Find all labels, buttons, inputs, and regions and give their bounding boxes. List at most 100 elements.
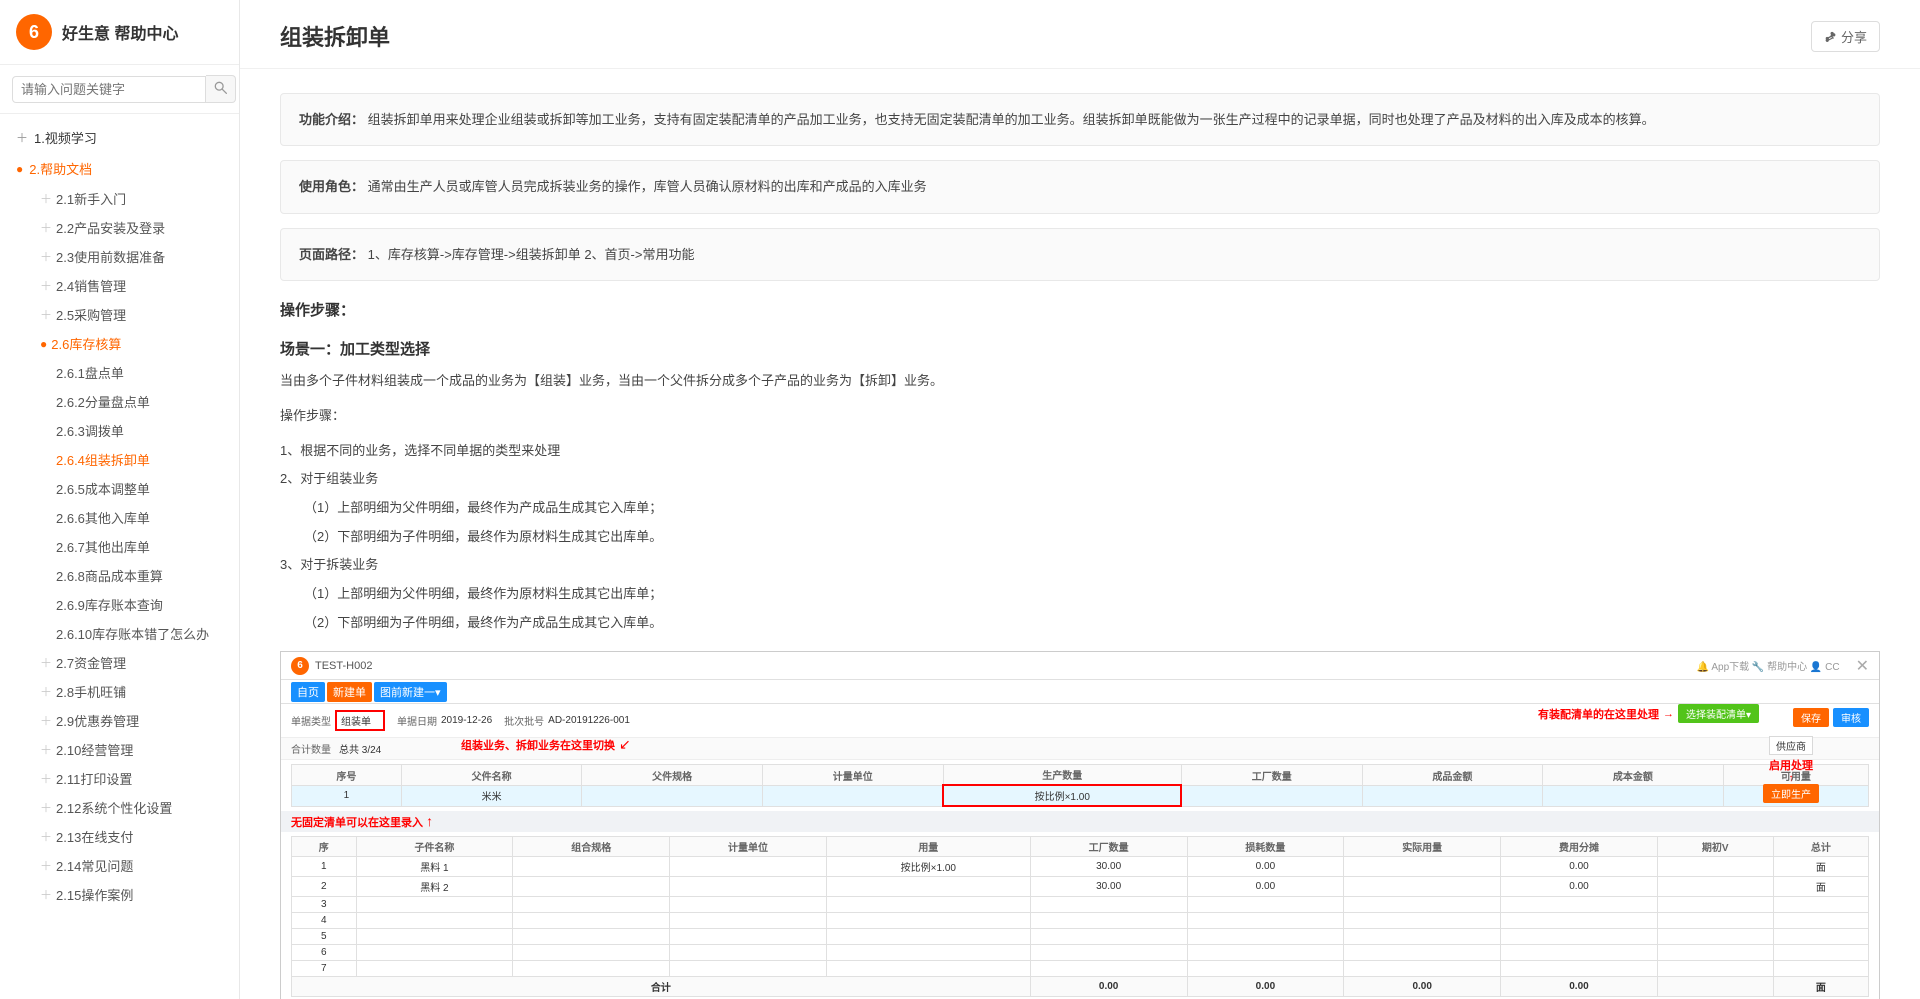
topbar-icons: 🔔 App下载 🔧 帮助中心 👤 CC: [1697, 658, 1840, 673]
sidebar-header: 6 好生意 帮助中心: [0, 0, 239, 65]
sidebar-leaf-stockcheck[interactable]: 2.6.1盘点单: [48, 358, 239, 387]
menu-item-extra[interactable]: 图前新建一▾: [374, 682, 447, 702]
sidebar-leaf-assembly[interactable]: 2.6.4组装拆卸单: [48, 445, 239, 474]
scene1-title: 场景一：加工类型选择: [280, 338, 1880, 359]
expand-icon-manage: ＋: [40, 741, 52, 758]
sidebar-item-inventory[interactable]: ● 2.6库存核算: [32, 329, 239, 358]
save-btn[interactable]: 保存: [1793, 708, 1829, 727]
sidebar-leaf-cost-adjust[interactable]: 2.6.5成本调整单: [48, 474, 239, 503]
annotation-switch-text: 组装业务、拆卸业务在这里切换: [461, 737, 615, 753]
sidebar-item-install[interactable]: ＋ 2.2产品安装及登录: [32, 213, 239, 242]
topbar-id: TEST-H002: [315, 660, 372, 672]
sidebar-leaf-inventory-book[interactable]: 2.6.9库存账本查询: [48, 590, 239, 619]
sidebar-item-manage[interactable]: ＋ 2.10经营管理: [32, 735, 239, 764]
path-label: 页面路径：: [299, 247, 364, 262]
step3-2: （2）下部明细为子件明细，最终作为产成品生成其它入库单。: [280, 611, 1880, 636]
execute-btn[interactable]: 立即生产: [1763, 784, 1819, 803]
sidebar-item-faq[interactable]: ＋ 2.14常见问题: [32, 851, 239, 880]
search-box[interactable]: [0, 65, 239, 114]
expand-icon-print: ＋: [40, 770, 52, 787]
sidebar-item-mobile[interactable]: ＋ 2.8手机旺铺: [32, 677, 239, 706]
field-doctype-value[interactable]: 组装单: [335, 710, 385, 731]
path-text: 1、库存核算->库存管理->组装拆卸单 2、首页->常用功能: [368, 247, 695, 262]
search-button[interactable]: [206, 75, 236, 103]
expand-icon-install: ＋: [40, 219, 52, 236]
feature-intro-block: 功能介绍： 组装拆卸单用来处理企业组装或拆卸等加工业务，支持有固定装配清单的产品…: [280, 93, 1880, 146]
cell-costamt: [1543, 785, 1724, 806]
sidebar-item-purchase[interactable]: ＋ 2.5采购管理: [32, 300, 239, 329]
sidebar-label-beginner: 2.1新手入门: [56, 189, 126, 208]
sidebar-item-payment[interactable]: ＋ 2.13在线支付: [32, 822, 239, 851]
lcell-name2: 黑料 2: [356, 877, 513, 897]
arrow-up-icon: ↑: [1789, 773, 1794, 784]
sidebar-item-help-docs[interactable]: ● 2.帮助文档: [0, 153, 239, 184]
lower-row-3: 3: [292, 897, 1869, 913]
lower-row-2: 2 黑料 2 30.00 0.00 0.00: [292, 877, 1869, 897]
field-doctype-label: 单据类型: [291, 713, 331, 728]
menu-item-mypage[interactable]: 自页: [291, 682, 325, 702]
sidebar-leaf-other-in[interactable]: 2.6.6其他入库单: [48, 503, 239, 532]
cell-prodqty: 按比例×1.00: [943, 785, 1181, 806]
expand-icon-mobile: ＋: [40, 683, 52, 700]
lower-row-6: 6: [292, 945, 1869, 961]
count-label: 合计数量: [291, 741, 331, 756]
sidebar-leaf-partial-stockcheck[interactable]: 2.6.2分量盘点单: [48, 387, 239, 416]
sidebar-item-finance[interactable]: ＋ 2.7资金管理: [32, 648, 239, 677]
lcell-factory1: 30.00: [1030, 857, 1187, 877]
page-title: 组装拆卸单: [280, 20, 390, 52]
sidebar-leaf-transfer[interactable]: 2.6.3调拨单: [48, 416, 239, 445]
app-menu-bar: 自页 新建单 图前新建一▾: [281, 680, 1879, 704]
menu-item-newdoc[interactable]: 新建单: [327, 682, 372, 702]
expand-icon-prepare: ＋: [40, 248, 52, 265]
cell-spec: [582, 785, 763, 806]
sidebar-item-print[interactable]: ＋ 2.11打印设置: [32, 764, 239, 793]
th-product-amount: 成品金额: [1362, 765, 1543, 786]
audit-btn[interactable]: 审核: [1833, 708, 1869, 727]
lcell-seq1: 1: [292, 857, 357, 877]
search-input[interactable]: [12, 76, 206, 103]
lcell-actual1: [1344, 857, 1501, 877]
sidebar-item-sales[interactable]: ＋ 2.4销售管理: [32, 271, 239, 300]
sidebar-item-video-learning[interactable]: ＋ 1.视频学习: [0, 122, 239, 153]
sidebar-label-payment: 2.13在线支付: [56, 827, 133, 846]
lcell-usage1: 按比例×1.00: [826, 857, 1030, 877]
field-date-label: 单据日期: [397, 713, 437, 728]
upper-table-container: 序号 父件名称 父件规格 计量单位 生产数量 工厂数量 成品金额 成本金额 可用…: [281, 760, 1879, 811]
sidebar-label-inventory: 2.6库存核算: [51, 334, 121, 353]
sidebar-leaf-other-out[interactable]: 2.6.7其他出库单: [48, 532, 239, 561]
sidebar-item-beginner[interactable]: ＋ 2.1新手入门: [32, 184, 239, 213]
annotation-bom: 有装配清单的在这里处理 → 选择装配清单▾: [1538, 704, 1759, 723]
page-body: 功能介绍： 组装拆卸单用来处理企业组装或拆卸等加工业务，支持有固定装配清单的产品…: [240, 69, 1920, 999]
lcell-seq2: 2: [292, 877, 357, 897]
lower-table-container: 序 子件名称 组合规格 计量单位 用量 工厂数量 损耗数量 实际用量 费用分摊: [281, 832, 1879, 999]
enable-field[interactable]: 供应商: [1769, 736, 1813, 755]
arrow-right-icon: →: [1663, 708, 1674, 720]
step2: 2、对于组装业务: [280, 467, 1880, 492]
step3-1: （1）上部明细为父件明细，最终作为原材料生成其它出库单；: [280, 582, 1880, 607]
annotation-bom-text: 有装配清单的在这里处理: [1538, 706, 1659, 722]
expand-icon-sales: ＋: [40, 277, 52, 294]
expand-icon-settings: ＋: [40, 799, 52, 816]
role-text: 通常由生产人员或库管人员完成拆装业务的操作，库管人员确认原材料的出库和产成品的入…: [368, 179, 927, 194]
sidebar-item-settings[interactable]: ＋ 2.12系统个性化设置: [32, 793, 239, 822]
lcell-unit2: [670, 877, 827, 897]
bom-select-btn[interactable]: 选择装配清单▾: [1678, 704, 1759, 723]
lower-row-7: 7: [292, 961, 1869, 977]
share-button[interactable]: 分享: [1811, 21, 1880, 52]
sidebar-leaf-inventory-fix[interactable]: 2.6.10库存账本错了怎么办: [48, 619, 239, 648]
close-icon[interactable]: ✕: [1856, 656, 1869, 676]
footer-val2: 0.00: [1187, 977, 1344, 997]
lcell-spec1: [513, 857, 670, 877]
sidebar: 6 好生意 帮助中心 ＋ 1.视频学习 ● 2.帮助文档 ＋ 2.1新手入门 ＋…: [0, 0, 240, 999]
lth-total: 总计: [1773, 837, 1868, 857]
sidebar-label-finance: 2.7资金管理: [56, 653, 126, 672]
annotation-manual-text: 无固定清单可以在这里录入: [291, 817, 423, 829]
sidebar-item-cases[interactable]: ＋ 2.15操作案例: [32, 880, 239, 909]
lth-loss: 损耗数量: [1187, 837, 1344, 857]
table-row: 1 米米 按比例×1.00: [292, 785, 1869, 806]
sidebar-item-coupon[interactable]: ＋ 2.9优惠券管理: [32, 706, 239, 735]
expand-icon-faq: ＋: [40, 857, 52, 874]
role-label: 使用角色：: [299, 179, 364, 194]
sidebar-item-prepare[interactable]: ＋ 2.3使用前数据准备: [32, 242, 239, 271]
sidebar-leaf-cost-recalc[interactable]: 2.6.8商品成本重算: [48, 561, 239, 590]
